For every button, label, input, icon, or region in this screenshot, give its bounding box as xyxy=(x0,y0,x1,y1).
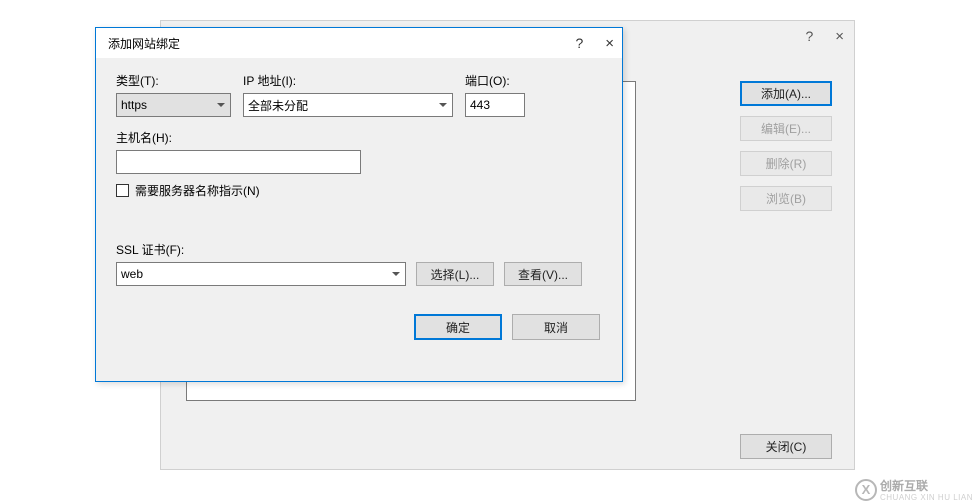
ip-select[interactable]: 全部未分配 xyxy=(243,93,453,117)
watermark: X 创新互联 CHUANG XIN HU LIAN xyxy=(855,477,973,502)
close-icon[interactable]: × xyxy=(605,35,614,52)
host-label: 主机名(H): xyxy=(116,129,602,146)
ssl-field: SSL 证书(F): web xyxy=(116,241,406,286)
host-input[interactable] xyxy=(116,150,361,174)
browse-button: 浏览(B) xyxy=(740,186,832,211)
host-field: 主机名(H): xyxy=(116,129,602,174)
add-site-binding-dialog: 添加网站绑定 ? × 类型(T): https IP 地址(I): 全部未分配 … xyxy=(95,27,623,382)
close-button[interactable]: 关闭(C) xyxy=(740,434,832,459)
type-value: https xyxy=(121,98,147,112)
chevron-down-icon xyxy=(392,272,400,276)
watermark-text: 创新互联 xyxy=(880,479,928,493)
logo-icon: X xyxy=(855,479,877,501)
type-field: 类型(T): https xyxy=(116,72,231,117)
help-icon[interactable]: ? xyxy=(805,28,813,44)
child-titlebar: 添加网站绑定 ? × xyxy=(96,28,622,58)
ok-button[interactable]: 确定 xyxy=(414,314,502,340)
ssl-label: SSL 证书(F): xyxy=(116,241,406,258)
sni-label: 需要服务器名称指示(N) xyxy=(135,182,260,199)
port-value: 443 xyxy=(470,98,490,112)
chevron-down-icon xyxy=(439,103,447,107)
edit-button: 编辑(E)... xyxy=(740,116,832,141)
delete-button: 删除(R) xyxy=(740,151,832,176)
watermark-sub: CHUANG XIN HU LIAN xyxy=(880,494,973,502)
ssl-select[interactable]: web xyxy=(116,262,406,286)
select-cert-button[interactable]: 选择(L)... xyxy=(416,262,494,286)
port-input[interactable]: 443 xyxy=(465,93,525,117)
close-icon[interactable]: × xyxy=(835,28,844,45)
view-cert-button[interactable]: 查看(V)... xyxy=(504,262,582,286)
ssl-value: web xyxy=(121,267,143,281)
side-buttons: 添加(A)... 编辑(E)... 删除(R) 浏览(B) xyxy=(740,81,832,211)
help-icon[interactable]: ? xyxy=(575,35,583,51)
add-button[interactable]: 添加(A)... xyxy=(740,81,832,106)
dialog-title: 添加网站绑定 xyxy=(108,35,553,52)
ip-field: IP 地址(I): 全部未分配 xyxy=(243,72,453,117)
child-body: 类型(T): https IP 地址(I): 全部未分配 端口(O): 443 xyxy=(96,58,622,352)
type-label: 类型(T): xyxy=(116,72,231,89)
ip-label: IP 地址(I): xyxy=(243,72,453,89)
type-select[interactable]: https xyxy=(116,93,231,117)
ip-value: 全部未分配 xyxy=(248,97,308,114)
row-type-ip-port: 类型(T): https IP 地址(I): 全部未分配 端口(O): 443 xyxy=(116,72,602,117)
dialog-footer: 确定 取消 xyxy=(116,314,602,340)
sni-checkbox-row[interactable]: 需要服务器名称指示(N) xyxy=(116,182,602,199)
port-field: 端口(O): 443 xyxy=(465,72,525,117)
ssl-row: SSL 证书(F): web 选择(L)... 查看(V)... xyxy=(116,241,602,286)
cancel-button[interactable]: 取消 xyxy=(512,314,600,340)
chevron-down-icon xyxy=(217,103,225,107)
checkbox-icon[interactable] xyxy=(116,184,129,197)
port-label: 端口(O): xyxy=(465,72,525,89)
